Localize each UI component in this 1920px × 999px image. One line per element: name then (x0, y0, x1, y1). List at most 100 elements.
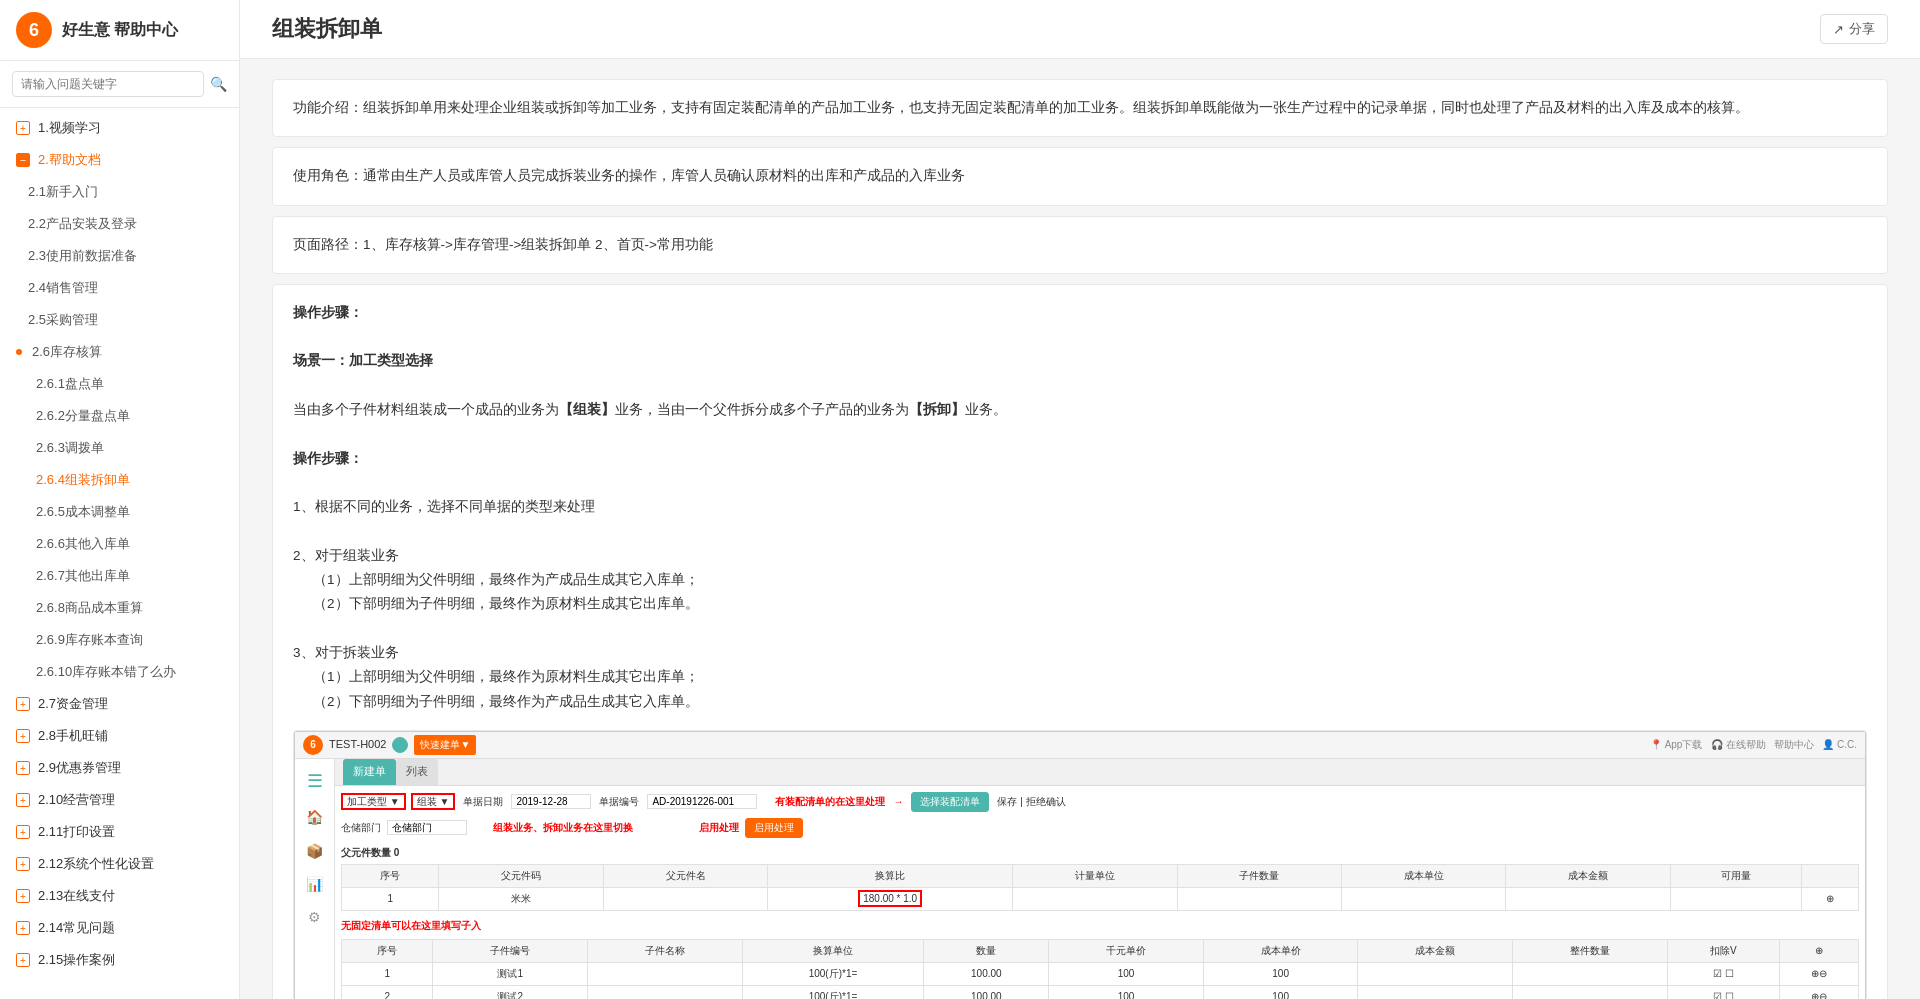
sidebar-item-partial[interactable]: 2.6.2分量盘点单 (0, 400, 239, 432)
ctd-act: ⊕⊖ (1780, 962, 1859, 985)
sidebar-item-sales[interactable]: 2.4销售管理 (0, 272, 239, 304)
active-dot (16, 349, 22, 355)
sidebar-item-label: 2.6.5成本调整单 (36, 503, 130, 521)
ctd-name (588, 985, 743, 999)
sidebar-item-coupon[interactable]: + 2.9优惠券管理 (0, 752, 239, 784)
expand-icon: + (16, 121, 30, 135)
scene1-desc: 当由多个子件材料组装成一个成品的业务为【组装】业务，当由一个父件拆分成多个子产品… (293, 398, 1867, 422)
date-input[interactable] (511, 794, 591, 809)
share-icon: ↗ (1833, 22, 1844, 37)
main-content: 组装拆卸单 ↗ 分享 功能介绍：组装拆卸单用来处理企业组装或拆卸等加工业务，支持… (240, 0, 1920, 999)
cth-price2: 成本单价 (1203, 939, 1358, 962)
child-table-body: 1 测试1 100(斤)*1= 100.00 100 100 (342, 962, 1859, 999)
app-icons: 📍 App下载 🎧 在线帮助 帮助中心 👤 C.C. (1650, 736, 1857, 754)
type-selector-wrap: 加工类型 ▼ 组装 ▼ (341, 792, 455, 812)
parent-table-body: 1 米米 180.00 * 1.0 (342, 887, 1859, 910)
ctd-unit: 100(斤)*1= (742, 962, 924, 985)
type-value[interactable]: 组装 ▼ (411, 793, 456, 810)
parent-table-title: 父元件数量 0 (341, 844, 1859, 862)
search-box: 🔍 (0, 61, 239, 108)
expand-icon: + (16, 761, 30, 775)
ctd-code: 测试2 (433, 985, 588, 999)
sidebar-item-label: 2.10经营管理 (38, 791, 115, 809)
sidebar-item-install[interactable]: 2.2产品安装及登录 (0, 208, 239, 240)
sidebar-item-docs[interactable]: − 2.帮助文档 (0, 144, 239, 176)
app-tab-list[interactable]: 列表 (396, 759, 438, 785)
sidebar-item-label: 2.15操作案例 (38, 951, 115, 969)
order-input[interactable] (647, 794, 757, 809)
step3-1: （1）上部明细为父件明细，最终作为原材料生成其它出库单； (293, 665, 1867, 689)
screenshot-container: 6 TEST-H002 快速建单▼ 📍 App下载 🎧 在线帮助 帮助中心 👤 … (293, 730, 1867, 999)
sidebar-item-transfer[interactable]: 2.6.3调拨单 (0, 432, 239, 464)
path-text: 页面路径：1、库存核算->库存管理->组装拆卸单 2、首页->常用功能 (293, 233, 1867, 257)
share-button[interactable]: ↗ 分享 (1820, 14, 1888, 44)
app-logo: 6 (303, 735, 323, 755)
child-table-head: 序号 子件编号 子件名称 换算单位 数量 千元单价 成本单价 成本金额 (342, 939, 1859, 962)
sidebar-item-print[interactable]: + 2.11打印设置 (0, 816, 239, 848)
expand-icon: + (16, 697, 30, 711)
table-row: 1 米米 180.00 * 1.0 (342, 887, 1859, 910)
expand-icon: + (16, 825, 30, 839)
sidebar-item-stocktake[interactable]: 2.6.1盘点单 (0, 368, 239, 400)
app-quick-btn[interactable]: 快速建单▼ (414, 735, 476, 755)
step2: 2、对于组装业务 (293, 544, 1867, 568)
parent-table-head: 序号 父元件码 父元件名 换算比 计量单位 子件数量 成本单位 成本金额 (342, 864, 1859, 887)
ctd-qty: 100.00 (924, 985, 1049, 999)
ops-steps-title: 操作步骤： (293, 447, 1867, 471)
sidebar-item-label: 2.6.2分量盘点单 (36, 407, 130, 425)
cth-seq: 序号 (342, 939, 433, 962)
sidebar-item-goods-cost[interactable]: 2.6.8商品成本重算 (0, 592, 239, 624)
sidebar-item-label: 2.6.7其他出库单 (36, 567, 130, 585)
th-seq: 序号 (342, 864, 439, 887)
sidebar-item-other-out[interactable]: 2.6.7其他出库单 (0, 560, 239, 592)
step2-1: （1）上部明细为父件明细，最终作为产成品生成其它入库单； (293, 568, 1867, 592)
search-button[interactable]: 🔍 (210, 76, 227, 92)
share-label: 分享 (1849, 20, 1875, 38)
path-card: 页面路径：1、库存核算->库存管理->组装拆卸单 2、首页->常用功能 (272, 216, 1888, 274)
sidebar-item-ops[interactable]: + 2.10经营管理 (0, 784, 239, 816)
ctd-name (588, 962, 743, 985)
sidebar-item-stock-check[interactable]: 2.6.9库存账本查询 (0, 624, 239, 656)
sidebar-item-newbie[interactable]: 2.1新手入门 (0, 176, 239, 208)
app-sidebar-icon3: 📦 (306, 839, 323, 864)
sidebar-item-cost[interactable]: 2.6.5成本调整单 (0, 496, 239, 528)
ctd-unit: 100(斤)*1= (742, 985, 924, 999)
enable-btn[interactable]: 启用处理 (745, 818, 803, 838)
ctd-deduct: ☑ ☐ (1667, 962, 1780, 985)
ops-card: 操作步骤： 场景一：加工类型选择 当由多个子件材料组装成一个成品的业务为【组装】… (272, 284, 1888, 999)
app-tab-new[interactable]: 新建单 (343, 759, 396, 785)
dept-input[interactable] (387, 820, 467, 835)
app-sidebar-icon5: ⚙ (308, 905, 321, 930)
type-selector[interactable]: 加工类型 ▼ (341, 793, 406, 810)
td-subqty (1177, 887, 1341, 910)
td-costamt (1506, 887, 1670, 910)
expand-icon: + (16, 729, 30, 743)
sidebar-item-payment[interactable]: + 2.13在线支付 (0, 880, 239, 912)
page-title: 组装拆卸单 (272, 14, 382, 44)
sidebar-item-stock-error[interactable]: 2.6.10库存账本错了么办 (0, 656, 239, 688)
qty-cell[interactable]: 180.00 * 1.0 (858, 890, 922, 907)
sidebar-item-purchase[interactable]: 2.5采购管理 (0, 304, 239, 336)
th-parent-code: 父元件码 (439, 864, 603, 887)
th-parent-name: 父元件名 (603, 864, 767, 887)
sidebar-item-assembly[interactable]: 2.6.4组装拆卸单 (0, 464, 239, 496)
sidebar-item-video[interactable]: + 1.视频学习 (0, 112, 239, 144)
sidebar-item-label: 2.11打印设置 (38, 823, 115, 841)
sidebar-item-finance[interactable]: + 2.7资金管理 (0, 688, 239, 720)
sidebar-item-mobile[interactable]: + 2.8手机旺铺 (0, 720, 239, 752)
select-bom-btn[interactable]: 选择装配清单 (911, 792, 989, 812)
cth-deduct: 扣除V (1667, 939, 1780, 962)
sidebar-item-label: 2.6.6其他入库单 (36, 535, 130, 553)
sidebar-item-custom[interactable]: + 2.12系统个性化设置 (0, 848, 239, 880)
ctd-seq: 1 (342, 962, 433, 985)
search-input[interactable] (12, 71, 204, 97)
sidebar-item-cases[interactable]: + 2.15操作案例 (0, 944, 239, 976)
sidebar-item-label: 2.13在线支付 (38, 887, 115, 905)
sidebar-item-other-in[interactable]: 2.6.6其他入库单 (0, 528, 239, 560)
sidebar-item-faq[interactable]: + 2.14常见问题 (0, 912, 239, 944)
annotation3-text: 启用处理 (699, 819, 739, 837)
expand-icon: + (16, 857, 30, 871)
sidebar-item-inventory[interactable]: 2.6库存核算 (0, 336, 239, 368)
ctd-pieces (1512, 962, 1667, 985)
sidebar-item-data[interactable]: 2.3使用前数据准备 (0, 240, 239, 272)
